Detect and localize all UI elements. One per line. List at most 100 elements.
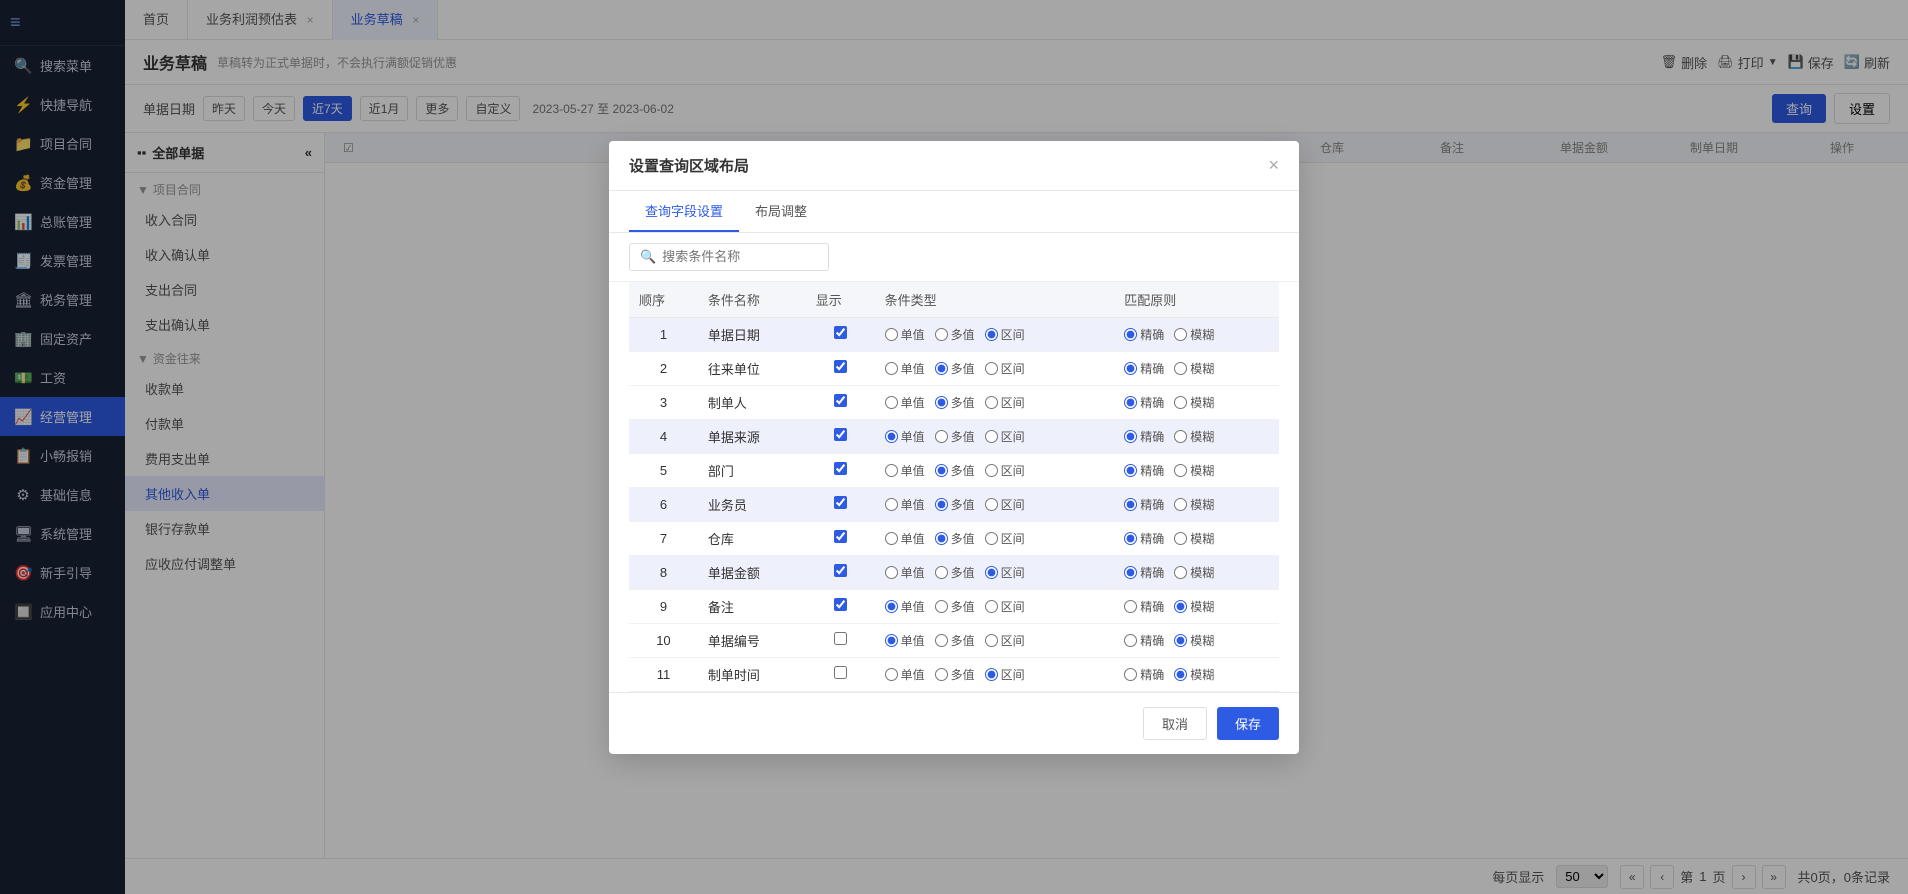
cell-name: 单据日期 <box>698 317 806 351</box>
radio-condition-condition_multi[interactable]: 多值 <box>935 326 975 343</box>
radio-match-match_fuzzy[interactable]: 模糊 <box>1174 564 1214 581</box>
radio-match-match_fuzzy[interactable]: 模糊 <box>1174 394 1214 411</box>
radio-condition-condition_single[interactable]: 单值 <box>885 496 925 513</box>
radio-condition-condition_range[interactable]: 区间 <box>985 564 1025 581</box>
radio-condition-condition_single[interactable]: 单值 <box>885 666 925 683</box>
radio-condition-condition_range[interactable]: 区间 <box>985 394 1025 411</box>
radio-condition-condition_multi[interactable]: 多值 <box>935 496 975 513</box>
radio-condition-condition_single[interactable]: 单值 <box>885 530 925 547</box>
cell-order: 11 <box>629 657 698 691</box>
dialog-footer: 取消 保存 <box>609 692 1299 754</box>
radio-match-match_fuzzy[interactable]: 模糊 <box>1174 632 1214 649</box>
show-checkbox[interactable] <box>834 496 847 509</box>
radio-condition-condition_single[interactable]: 单值 <box>885 462 925 479</box>
radio-condition-condition_single[interactable]: 单值 <box>885 326 925 343</box>
radio-condition-condition_range[interactable]: 区间 <box>985 496 1025 513</box>
radio-condition-condition_range[interactable]: 区间 <box>985 632 1025 649</box>
show-checkbox[interactable] <box>834 462 847 475</box>
show-checkbox[interactable] <box>834 564 847 577</box>
radio-condition-condition_multi[interactable]: 多值 <box>935 360 975 377</box>
cell-name: 单据编号 <box>698 623 806 657</box>
show-checkbox[interactable] <box>834 428 847 441</box>
radio-condition-condition_single[interactable]: 单值 <box>885 598 925 615</box>
radio-condition-condition_range[interactable]: 区间 <box>985 360 1025 377</box>
cell-condition-type: 单值多值区间 <box>875 555 1115 589</box>
radio-condition-condition_single[interactable]: 单值 <box>885 564 925 581</box>
table-row: 3制单人单值多值区间精确模糊 <box>629 385 1279 419</box>
radio-match-match_exact[interactable]: 精确 <box>1124 462 1164 479</box>
table-row: 10单据编号单值多值区间精确模糊 <box>629 623 1279 657</box>
table-row: 11制单时间单值多值区间精确模糊 <box>629 657 1279 691</box>
radio-match-match_exact[interactable]: 精确 <box>1124 428 1164 445</box>
radio-match-match_fuzzy[interactable]: 模糊 <box>1174 666 1214 683</box>
radio-match-match_exact[interactable]: 精确 <box>1124 496 1164 513</box>
cell-match-rule: 精确模糊 <box>1114 521 1279 555</box>
radio-condition-condition_range[interactable]: 区间 <box>985 666 1025 683</box>
radio-condition-condition_range[interactable]: 区间 <box>985 326 1025 343</box>
radio-match-match_fuzzy[interactable]: 模糊 <box>1174 326 1214 343</box>
show-checkbox[interactable] <box>834 632 847 645</box>
radio-match-match_exact[interactable]: 精确 <box>1124 666 1164 683</box>
radio-match-match_exact[interactable]: 精确 <box>1124 530 1164 547</box>
dialog-title: 设置查询区域布局 <box>629 155 749 176</box>
radio-match-match_fuzzy[interactable]: 模糊 <box>1174 598 1214 615</box>
radio-condition-condition_multi[interactable]: 多值 <box>935 598 975 615</box>
search-input[interactable] <box>662 249 802 264</box>
radio-condition-condition_single[interactable]: 单值 <box>885 394 925 411</box>
radio-condition-condition_multi[interactable]: 多值 <box>935 394 975 411</box>
radio-condition-condition_multi[interactable]: 多值 <box>935 666 975 683</box>
cell-condition-type: 单值多值区间 <box>875 351 1115 385</box>
cell-order: 1 <box>629 317 698 351</box>
cell-condition-type: 单值多值区间 <box>875 589 1115 623</box>
table-row: 5部门单值多值区间精确模糊 <box>629 453 1279 487</box>
show-checkbox[interactable] <box>834 394 847 407</box>
table-row: 6业务员单值多值区间精确模糊 <box>629 487 1279 521</box>
cell-name: 备注 <box>698 589 806 623</box>
radio-match-match_fuzzy[interactable]: 模糊 <box>1174 462 1214 479</box>
radio-match-match_exact[interactable]: 精确 <box>1124 598 1164 615</box>
cell-match-rule: 精确模糊 <box>1114 419 1279 453</box>
cell-condition-type: 单值多值区间 <box>875 657 1115 691</box>
radio-condition-condition_multi[interactable]: 多值 <box>935 530 975 547</box>
cell-order: 4 <box>629 419 698 453</box>
dialog-close-button[interactable]: × <box>1268 155 1279 176</box>
cancel-button[interactable]: 取消 <box>1143 707 1207 740</box>
cell-match-rule: 精确模糊 <box>1114 623 1279 657</box>
radio-match-match_fuzzy[interactable]: 模糊 <box>1174 530 1214 547</box>
table-row: 9备注单值多值区间精确模糊 <box>629 589 1279 623</box>
radio-match-match_exact[interactable]: 精确 <box>1124 326 1164 343</box>
radio-condition-condition_multi[interactable]: 多值 <box>935 428 975 445</box>
radio-condition-condition_range[interactable]: 区间 <box>985 598 1025 615</box>
show-checkbox[interactable] <box>834 666 847 679</box>
cell-name: 部门 <box>698 453 806 487</box>
radio-match-match_fuzzy[interactable]: 模糊 <box>1174 496 1214 513</box>
radio-condition-condition_range[interactable]: 区间 <box>985 428 1025 445</box>
radio-condition-condition_single[interactable]: 单值 <box>885 360 925 377</box>
radio-condition-condition_single[interactable]: 单值 <box>885 428 925 445</box>
radio-match-match_exact[interactable]: 精确 <box>1124 360 1164 377</box>
search-icon: 🔍 <box>640 249 656 265</box>
radio-match-match_exact[interactable]: 精确 <box>1124 564 1164 581</box>
show-checkbox[interactable] <box>834 326 847 339</box>
radio-match-match_fuzzy[interactable]: 模糊 <box>1174 428 1214 445</box>
radio-condition-condition_multi[interactable]: 多值 <box>935 632 975 649</box>
show-checkbox[interactable] <box>834 360 847 373</box>
cell-show <box>806 487 875 521</box>
table-row: 4单据来源单值多值区间精确模糊 <box>629 419 1279 453</box>
cell-show <box>806 419 875 453</box>
radio-match-match_exact[interactable]: 精确 <box>1124 394 1164 411</box>
cell-match-rule: 精确模糊 <box>1114 657 1279 691</box>
radio-condition-condition_range[interactable]: 区间 <box>985 530 1025 547</box>
radio-condition-condition_single[interactable]: 单值 <box>885 632 925 649</box>
save-dialog-button[interactable]: 保存 <box>1217 707 1279 740</box>
radio-condition-condition_range[interactable]: 区间 <box>985 462 1025 479</box>
tab-query-fields[interactable]: 查询字段设置 <box>629 191 739 232</box>
tab-layout[interactable]: 布局调整 <box>739 191 823 232</box>
radio-condition-condition_multi[interactable]: 多值 <box>935 564 975 581</box>
radio-match-match_fuzzy[interactable]: 模糊 <box>1174 360 1214 377</box>
radio-match-match_exact[interactable]: 精确 <box>1124 632 1164 649</box>
show-checkbox[interactable] <box>834 530 847 543</box>
show-checkbox[interactable] <box>834 598 847 611</box>
cell-show <box>806 657 875 691</box>
radio-condition-condition_multi[interactable]: 多值 <box>935 462 975 479</box>
